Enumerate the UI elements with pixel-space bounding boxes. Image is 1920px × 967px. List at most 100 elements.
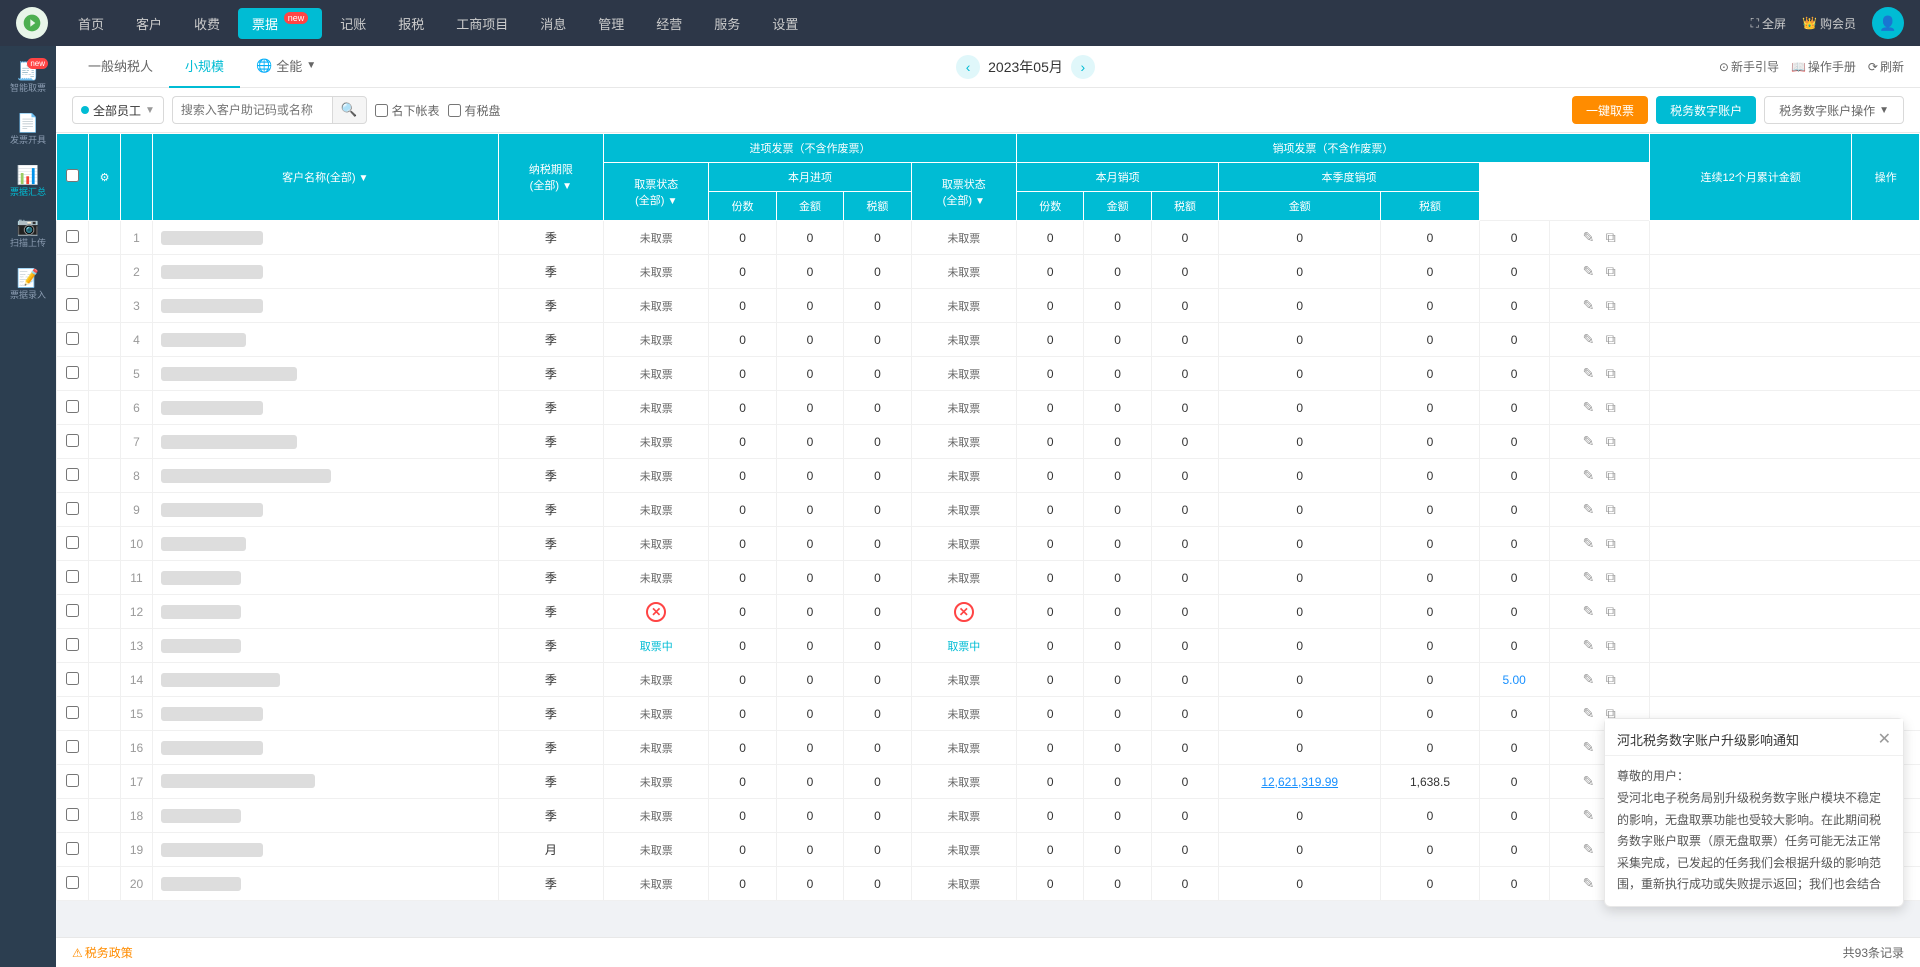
member-btn[interactable]: 👑 购会员 bbox=[1802, 15, 1856, 32]
new-guide-link[interactable]: ⊙ 新手引导 bbox=[1719, 58, 1779, 75]
tax-digital-operation-btn[interactable]: 税务数字账户操作 ▼ bbox=[1764, 96, 1904, 124]
copy-btn[interactable]: ⧉ bbox=[1602, 465, 1620, 486]
tax-digital-account-btn[interactable]: 税务数字账户 bbox=[1656, 96, 1756, 124]
row-checkbox[interactable] bbox=[66, 536, 79, 549]
row-checkbox[interactable] bbox=[66, 876, 79, 889]
row-checkbox[interactable] bbox=[66, 298, 79, 311]
row-checkbox[interactable] bbox=[66, 230, 79, 243]
row-checkbox[interactable] bbox=[66, 468, 79, 481]
nav-operation[interactable]: 经营 bbox=[642, 8, 696, 39]
notification-close-btn[interactable]: ✕ bbox=[1878, 729, 1891, 749]
row-checkbox[interactable] bbox=[66, 502, 79, 515]
tab-general[interactable]: 一般纳税人 bbox=[72, 46, 169, 88]
copy-btn[interactable]: ⧉ bbox=[1602, 363, 1620, 384]
nav-manage[interactable]: 管理 bbox=[584, 8, 638, 39]
copy-btn[interactable]: ⧉ bbox=[1602, 601, 1620, 622]
row-checkbox[interactable] bbox=[66, 706, 79, 719]
edit-btn[interactable]: ✎ bbox=[1579, 227, 1599, 248]
copy-btn[interactable]: ⧉ bbox=[1602, 431, 1620, 452]
nav-bookkeep[interactable]: 记账 bbox=[326, 8, 380, 39]
next-month-btn[interactable]: › bbox=[1071, 55, 1095, 79]
one-click-invoice-btn[interactable]: 一键取票 bbox=[1572, 96, 1648, 124]
edit-btn[interactable]: ✎ bbox=[1579, 295, 1599, 316]
copy-btn[interactable]: ⧉ bbox=[1602, 669, 1620, 690]
edit-btn[interactable]: ✎ bbox=[1579, 601, 1599, 622]
nav-home[interactable]: 首页 bbox=[64, 8, 118, 39]
my-statement-checkbox-label[interactable]: 名下帐表 bbox=[375, 102, 440, 119]
edit-btn[interactable]: ✎ bbox=[1579, 567, 1599, 588]
sidebar-item-issue-invoice[interactable]: 📄 发票开具 bbox=[2, 106, 54, 154]
edit-btn[interactable]: ✎ bbox=[1579, 873, 1599, 894]
edit-btn[interactable]: ✎ bbox=[1579, 669, 1599, 690]
nav-tax[interactable]: 报税 bbox=[384, 8, 438, 39]
copy-btn[interactable]: ⧉ bbox=[1602, 261, 1620, 282]
tab-all[interactable]: 🌐 全能 ▼ bbox=[240, 46, 332, 88]
copy-btn[interactable]: ⧉ bbox=[1602, 295, 1620, 316]
edit-btn[interactable]: ✎ bbox=[1579, 431, 1599, 452]
copy-btn[interactable]: ⧉ bbox=[1602, 635, 1620, 656]
search-input[interactable] bbox=[172, 96, 332, 124]
out-amount: 0 bbox=[1084, 527, 1151, 561]
copy-btn[interactable]: ⧉ bbox=[1602, 567, 1620, 588]
edit-btn[interactable]: ✎ bbox=[1579, 533, 1599, 554]
has-tax-checkbox[interactable] bbox=[448, 104, 461, 117]
row-checkbox[interactable] bbox=[66, 672, 79, 685]
employee-select[interactable]: 全部员工 ▼ bbox=[72, 96, 164, 124]
sidebar-item-invoice-summary[interactable]: 📊 票据汇总 bbox=[2, 158, 54, 206]
row-checkbox[interactable] bbox=[66, 570, 79, 583]
search-button[interactable]: 🔍 bbox=[332, 96, 367, 124]
edit-btn[interactable]: ✎ bbox=[1579, 839, 1599, 860]
user-avatar[interactable]: 👤 bbox=[1872, 7, 1904, 39]
nav-invoice[interactable]: 收费 bbox=[180, 8, 234, 39]
has-tax-checkbox-label[interactable]: 有税盘 bbox=[448, 102, 501, 119]
edit-btn[interactable]: ✎ bbox=[1579, 703, 1599, 724]
edit-btn[interactable]: ✎ bbox=[1579, 805, 1599, 826]
copy-btn[interactable]: ⧉ bbox=[1602, 533, 1620, 554]
nav-piaoju[interactable]: 票据 new bbox=[238, 8, 322, 39]
tab-small[interactable]: 小规模 bbox=[169, 46, 240, 88]
row-checkbox[interactable] bbox=[66, 740, 79, 753]
refresh-btn[interactable]: ⟳ 刷新 bbox=[1868, 58, 1904, 75]
edit-btn[interactable]: ✎ bbox=[1579, 261, 1599, 282]
row-checkbox[interactable] bbox=[66, 366, 79, 379]
nav-settings[interactable]: 设置 bbox=[758, 8, 812, 39]
row-checkbox[interactable] bbox=[66, 842, 79, 855]
nav-message[interactable]: 消息 bbox=[526, 8, 580, 39]
prev-month-btn[interactable]: ‹ bbox=[956, 55, 980, 79]
row-checkbox[interactable] bbox=[66, 434, 79, 447]
copy-btn[interactable]: ⧉ bbox=[1602, 329, 1620, 350]
edit-btn[interactable]: ✎ bbox=[1579, 771, 1599, 792]
row-checkbox[interactable] bbox=[66, 264, 79, 277]
row-checkbox[interactable] bbox=[66, 808, 79, 821]
row-checkbox[interactable] bbox=[66, 332, 79, 345]
edit-btn[interactable]: ✎ bbox=[1579, 397, 1599, 418]
sidebar-item-invoice-entry[interactable]: 📝 票据录入 bbox=[2, 261, 54, 309]
row-checkbox[interactable] bbox=[66, 774, 79, 787]
row-checkbox[interactable] bbox=[66, 604, 79, 617]
th-tax-period[interactable]: 纳税期限(全部) ▼ bbox=[498, 134, 603, 221]
edit-btn[interactable]: ✎ bbox=[1579, 329, 1599, 350]
edit-btn[interactable]: ✎ bbox=[1579, 737, 1599, 758]
edit-btn[interactable]: ✎ bbox=[1579, 635, 1599, 656]
select-all-checkbox[interactable] bbox=[66, 169, 79, 182]
edit-btn[interactable]: ✎ bbox=[1579, 499, 1599, 520]
th-in-status[interactable]: 取票状态(全部) ▼ bbox=[604, 163, 709, 221]
manual-link[interactable]: 📖 操作手册 bbox=[1791, 58, 1856, 75]
fullscreen-btn[interactable]: ⛶ 全屏 bbox=[1751, 15, 1786, 32]
nav-business[interactable]: 工商项目 bbox=[442, 8, 522, 39]
nav-client[interactable]: 客户 bbox=[122, 8, 176, 39]
my-statement-checkbox[interactable] bbox=[375, 104, 388, 117]
copy-btn[interactable]: ⧉ bbox=[1602, 499, 1620, 520]
row-checkbox[interactable] bbox=[66, 400, 79, 413]
copy-btn[interactable]: ⧉ bbox=[1602, 227, 1620, 248]
edit-btn[interactable]: ✎ bbox=[1579, 363, 1599, 384]
th-out-status[interactable]: 取票状态(全部) ▼ bbox=[911, 163, 1016, 221]
copy-btn[interactable]: ⧉ bbox=[1602, 397, 1620, 418]
nav-service[interactable]: 服务 bbox=[700, 8, 754, 39]
sidebar-item-scan-upload[interactable]: 📷 扫描上传 bbox=[2, 209, 54, 257]
tax-policy-link[interactable]: ⚠ 税务政策 bbox=[72, 944, 133, 961]
th-client-name[interactable]: 客户名称(全部) ▼ bbox=[153, 134, 499, 221]
row-checkbox[interactable] bbox=[66, 638, 79, 651]
edit-btn[interactable]: ✎ bbox=[1579, 465, 1599, 486]
sidebar-item-smart-invoice[interactable]: 🧾 智能取票 new bbox=[2, 54, 54, 102]
